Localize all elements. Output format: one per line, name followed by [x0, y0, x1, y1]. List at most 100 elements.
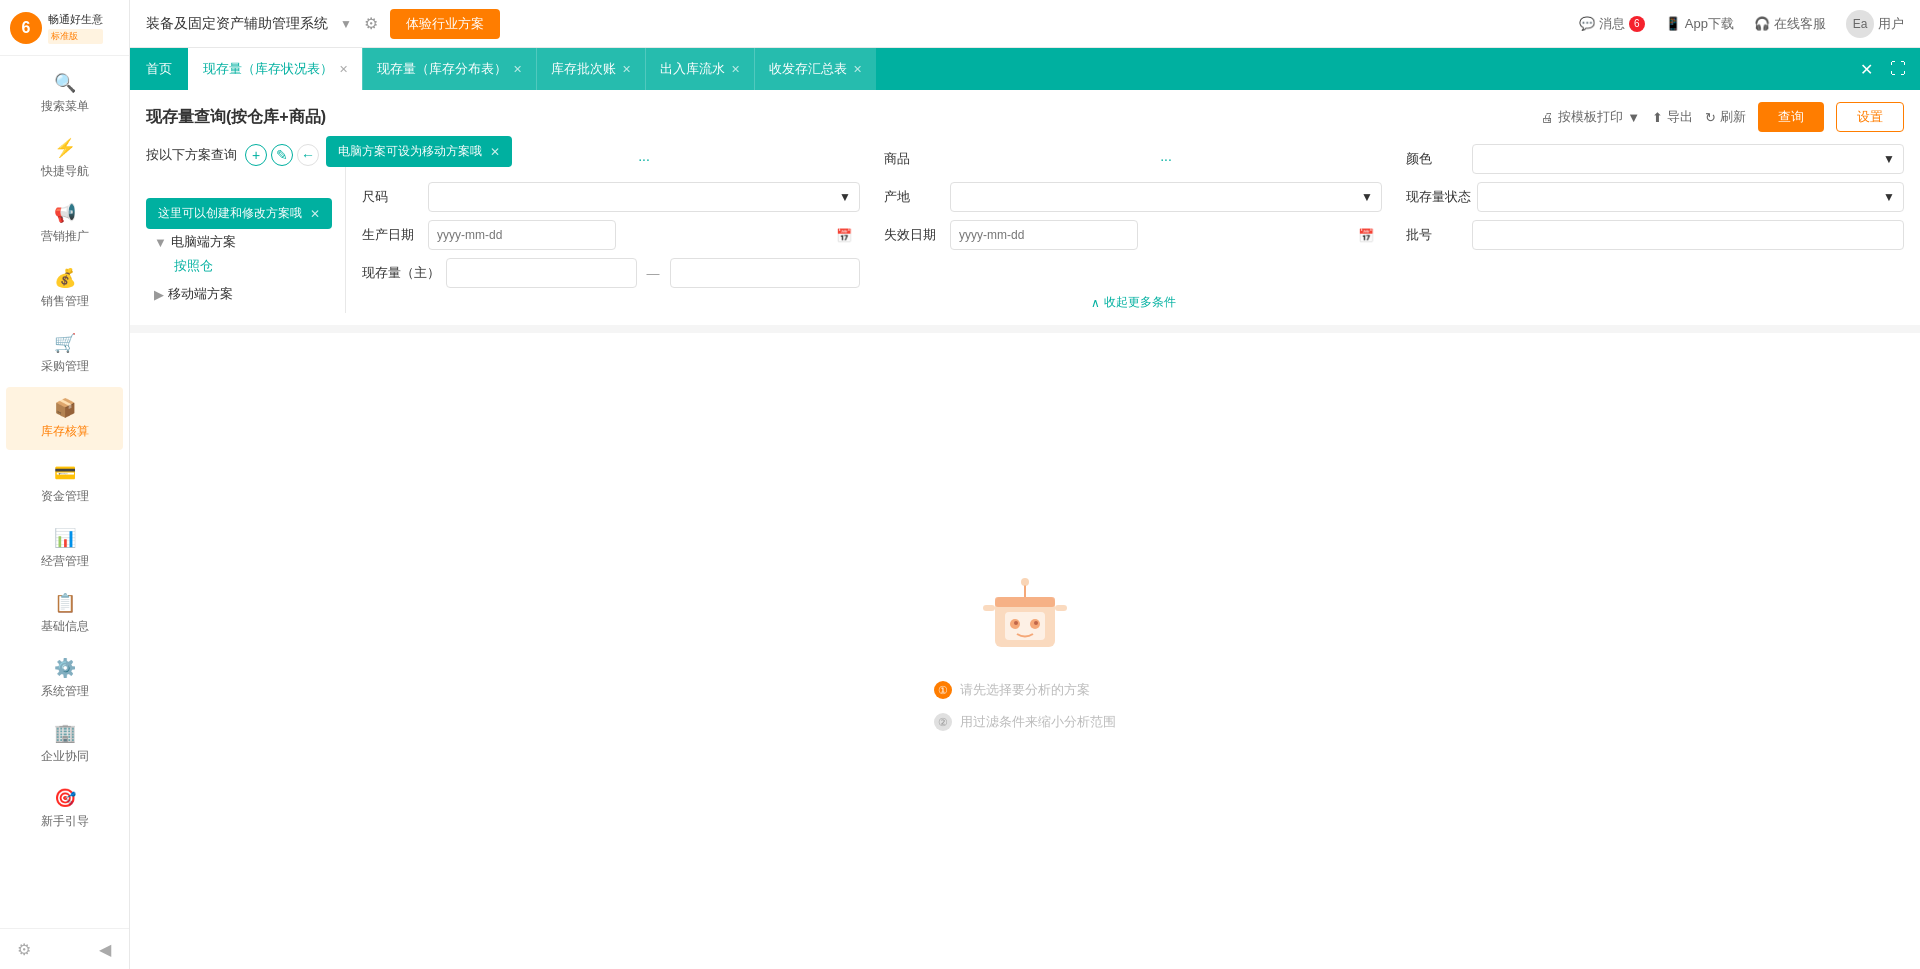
scheme-mobile[interactable]: ▶ 移动端方案	[146, 282, 337, 306]
sidebar-logo: 6 畅通好生意 标准版	[0, 0, 129, 56]
tab-close-icon[interactable]: ✕	[513, 63, 522, 76]
tab-label: 库存批次账	[551, 60, 616, 78]
origin-select[interactable]: ▼	[950, 182, 1382, 212]
page-content: 现存量查询(按仓库+商品) 🖨 按模板打印 ▼ ⬆ 导出 ↻ 刷新	[130, 90, 1920, 969]
sidebar-item-system[interactable]: ⚙️ 系统管理	[6, 647, 123, 710]
system-title: 装备及固定资产辅助管理系统	[146, 15, 328, 33]
expiry-date-start-wrap: 📅	[950, 220, 1382, 250]
empty-step2: ② 用过滤条件来缩小分析范围	[934, 709, 1116, 735]
filter-area: 现存量查询(按仓库+商品) 🖨 按模板打印 ▼ ⬆ 导出 ↻ 刷新	[130, 90, 1920, 325]
calendar-icon: 📅	[836, 228, 852, 243]
tab-inventory-dist[interactable]: 现存量（库存分布表） ✕	[362, 48, 536, 90]
sidebar-item-basic[interactable]: 📋 基础信息	[6, 582, 123, 645]
header-right: 💬 消息 6 📱 App下载 🎧 在线客服 Ea 用户	[1579, 10, 1904, 38]
setting-btn[interactable]: 设置	[1836, 102, 1904, 132]
color-select[interactable]: ▼	[1472, 144, 1904, 174]
system-dropdown-icon[interactable]: ▼	[340, 17, 352, 31]
tab-inout-flow[interactable]: 出入库流水 ✕	[645, 48, 754, 90]
stock-status-dropdown-icon: ▼	[1883, 190, 1895, 204]
filter-expiry-date: 失效日期 📅	[884, 220, 1382, 250]
stock-status-select[interactable]: ▼	[1477, 182, 1904, 212]
enterprise-icon: 🏢	[54, 722, 76, 744]
production-date-start-wrap: 📅	[428, 220, 860, 250]
expiry-date-start-input[interactable]	[950, 220, 1138, 250]
size-select[interactable]: ▼	[428, 182, 860, 212]
sidebar-item-inventory[interactable]: 📦 库存核算	[6, 387, 123, 450]
scheme-row: 按以下方案查询 + ✎ ← 电脑方案可设为移动方案哦 ✕	[146, 144, 337, 166]
stock-main-min-input[interactable]	[446, 258, 637, 288]
title-actions: 🖨 按模板打印 ▼ ⬆ 导出 ↻ 刷新 查询 设置	[1541, 102, 1904, 132]
tab-label: 收发存汇总表	[769, 60, 847, 78]
refresh-label: 刷新	[1720, 108, 1746, 126]
tooltip2-close-icon[interactable]: ✕	[310, 207, 320, 221]
sidebar-item-enterprise[interactable]: 🏢 企业协同	[6, 712, 123, 775]
header-online-service[interactable]: 🎧 在线客服	[1754, 15, 1826, 33]
sidebar-item-guide[interactable]: 🎯 新手引导	[6, 777, 123, 840]
header-app-download[interactable]: 📱 App下载	[1665, 15, 1734, 33]
header-user[interactable]: Ea 用户	[1846, 10, 1904, 38]
sidebar-item-label: 销售管理	[41, 293, 89, 310]
origin-dropdown-icon: ▼	[1361, 190, 1373, 204]
filter-stock-main: 现存量（主） —	[362, 258, 860, 288]
goods-dots-icon[interactable]: ···	[950, 151, 1382, 167]
empty-step2-text: 用过滤条件来缩小分析范围	[960, 709, 1116, 735]
filter-batch-no: 批号	[1406, 220, 1904, 250]
tab-close-icon[interactable]: ✕	[731, 63, 740, 76]
sidebar: 6 畅通好生意 标准版 🔍 搜索菜单 ⚡ 快捷导航 📢 营销推广 💰 销售管理 …	[0, 0, 130, 969]
sidebar-item-label: 快捷导航	[41, 163, 89, 180]
sidebar-item-marketing[interactable]: 📢 营销推广	[6, 192, 123, 255]
scheme-desktop[interactable]: ▼ 电脑端方案	[146, 230, 337, 254]
quick-icon: ⚡	[54, 137, 76, 159]
service-icon: 🎧	[1754, 16, 1770, 31]
header-message[interactable]: 💬 消息 6	[1579, 15, 1645, 33]
tab-batch-ledger[interactable]: 库存批次账 ✕	[536, 48, 645, 90]
edit-scheme-icon[interactable]: ✎	[271, 144, 293, 166]
tab-inventory-status[interactable]: 现存量（库存状况表） ✕	[188, 48, 362, 90]
step1-circle: ①	[934, 681, 952, 699]
scheme-icons: + ✎ ←	[245, 144, 319, 166]
sidebar-item-operations[interactable]: 📊 经营管理	[6, 517, 123, 580]
tab-close-all-icon[interactable]: ✕	[1854, 57, 1878, 81]
scheme-mobile-label: 移动端方案	[168, 285, 233, 303]
sidebar-item-label: 搜索菜单	[41, 98, 89, 115]
empty-illustration	[975, 567, 1075, 657]
main-content: 装备及固定资产辅助管理系统 ▼ ⚙ 体验行业方案 💬 消息 6 📱 App下载 …	[130, 0, 1920, 969]
batch-no-input[interactable]	[1472, 220, 1904, 250]
tab-receive-send[interactable]: 收发存汇总表 ✕	[754, 48, 876, 90]
header-gear-icon[interactable]: ⚙	[364, 14, 378, 33]
template-print-btn[interactable]: 🖨 按模板打印 ▼	[1541, 108, 1640, 126]
search-btn[interactable]: 查询	[1758, 102, 1824, 132]
sidebar-item-purchase[interactable]: 🛒 采购管理	[6, 322, 123, 385]
collapse-label: 收起更多条件	[1104, 294, 1176, 311]
settings-bottom-icon[interactable]: ⚙	[14, 939, 34, 959]
svg-rect-10	[1055, 605, 1067, 611]
sidebar-item-sales[interactable]: 💰 销售管理	[6, 257, 123, 320]
collapse-bar[interactable]: ∧ 收起更多条件	[362, 288, 1904, 313]
logo-text: 畅通好生意 标准版	[48, 12, 103, 44]
scheme-desktop-label: 电脑端方案	[171, 233, 236, 251]
filter-production-date: 生产日期 📅	[362, 220, 860, 250]
scheme-child-label: 按照仓	[174, 257, 213, 275]
tab-home[interactable]: 首页	[130, 48, 188, 90]
tab-close-icon[interactable]: ✕	[853, 63, 862, 76]
tab-close-icon[interactable]: ✕	[622, 63, 631, 76]
tab-fullscreen-icon[interactable]: ⛶	[1886, 57, 1910, 81]
sidebar-item-finance[interactable]: 💳 资金管理	[6, 452, 123, 515]
empty-step1: ① 请先选择要分析的方案	[934, 677, 1116, 703]
export-btn[interactable]: ⬆ 导出	[1652, 108, 1693, 126]
goods-label: 商品	[884, 150, 944, 168]
collapse-sidebar-icon[interactable]: ◀	[95, 939, 115, 959]
sidebar-item-label: 新手引导	[41, 813, 89, 830]
production-date-start-input[interactable]	[428, 220, 616, 250]
refresh-btn[interactable]: ↻ 刷新	[1705, 108, 1746, 126]
arrow-scheme-icon[interactable]: ←	[297, 144, 319, 166]
scheme-desktop-child[interactable]: 按照仓	[146, 254, 337, 278]
tooltip-close-icon[interactable]: ✕	[490, 145, 500, 159]
sidebar-item-quick[interactable]: ⚡ 快捷导航	[6, 127, 123, 190]
add-scheme-icon[interactable]: +	[245, 144, 267, 166]
trial-btn[interactable]: 体验行业方案	[390, 9, 500, 39]
stock-main-max-input[interactable]	[670, 258, 861, 288]
tab-close-icon[interactable]: ✕	[339, 63, 348, 76]
sidebar-item-search[interactable]: 🔍 搜索菜单	[6, 62, 123, 125]
filter-fields: 仓库 ··· 商品 ··· 颜色 ▼	[346, 144, 1904, 313]
